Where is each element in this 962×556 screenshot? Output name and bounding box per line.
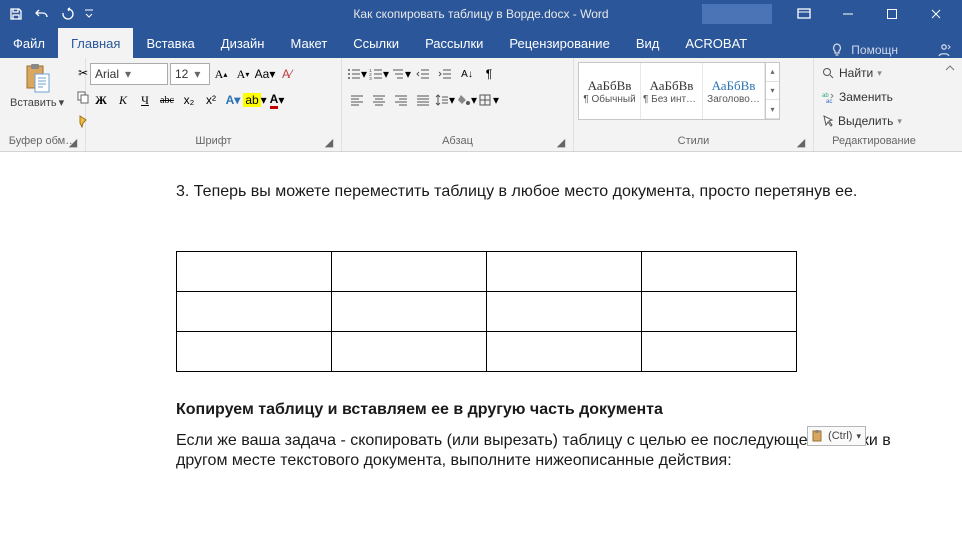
styles-scroll-up[interactable]: ▴	[766, 63, 779, 82]
user-badge[interactable]	[702, 4, 772, 24]
font-color-button[interactable]: A▾	[266, 89, 288, 111]
superscript-button[interactable]: x²	[200, 89, 222, 111]
paste-options-smart-tag[interactable]: (Ctrl) ▾	[807, 426, 866, 446]
chevron-down-icon: ▾	[856, 431, 861, 442]
tab-review[interactable]: Рецензирование	[496, 28, 622, 58]
redo-button[interactable]	[56, 2, 80, 26]
group-label: Редактирование	[832, 135, 916, 147]
save-button[interactable]	[4, 2, 28, 26]
styles-gallery: АаБбВв ¶ Обычный АаБбВв ¶ Без инте… АаБб…	[578, 62, 780, 120]
undo-button[interactable]	[30, 2, 54, 26]
justify-button[interactable]	[412, 89, 434, 111]
subscript-button[interactable]: x₂	[178, 89, 200, 111]
collapse-ribbon-button[interactable]	[944, 62, 956, 74]
underline-button[interactable]: Ч	[134, 89, 156, 111]
page: стрелку. 3. Теперь вы можете переместить…	[16, 152, 946, 556]
style-heading1[interactable]: АаБбВв Заголово…	[703, 63, 765, 119]
find-button[interactable]: Найти▾	[818, 62, 886, 84]
style-normal[interactable]: АаБбВв ¶ Обычный	[579, 63, 641, 119]
highlight-button[interactable]: ab▾	[244, 89, 266, 111]
change-case-button[interactable]: Aa▾	[254, 63, 276, 85]
ribbon-options-button[interactable]	[782, 0, 826, 28]
tab-mailings[interactable]: Рассылки	[412, 28, 496, 58]
font-size-combo[interactable]: 12▾	[170, 63, 210, 85]
replace-button[interactable]: abac Заменить	[818, 86, 897, 108]
share-button[interactable]	[936, 42, 952, 58]
title-bar: Как скопировать таблицу в Ворде.docx - W…	[0, 0, 962, 28]
clipboard-icon	[812, 429, 824, 443]
italic-button[interactable]: К	[112, 89, 134, 111]
grow-font-button[interactable]: A▴	[210, 63, 232, 85]
window-title: Как скопировать таблицу в Ворде.docx - W…	[353, 7, 608, 21]
chevron-down-icon[interactable]: ▾	[192, 67, 202, 81]
bold-button[interactable]: Ж	[90, 89, 112, 111]
increase-indent-button[interactable]	[434, 63, 456, 85]
sort-button[interactable]: A↓	[456, 63, 478, 85]
bullets-button[interactable]: ▾	[346, 63, 368, 85]
align-center-button[interactable]	[368, 89, 390, 111]
tab-home[interactable]: Главная	[58, 28, 133, 58]
chevron-down-icon[interactable]: ▾	[123, 67, 133, 81]
paste-button[interactable]: Вставить▾	[4, 60, 70, 111]
group-styles: АаБбВв ¶ Обычный АаБбВв ¶ Без инте… АаБб…	[574, 58, 814, 151]
paste-label: Вставить	[10, 97, 57, 109]
font-name-combo[interactable]: Arial▾	[90, 63, 168, 85]
shading-button[interactable]: ▾	[456, 89, 478, 111]
chevron-down-icon: ▾	[59, 96, 65, 109]
shrink-font-button[interactable]: A▾	[232, 63, 254, 85]
group-editing: Найти▾ abac Заменить Выделить▾ Редактиро…	[814, 58, 934, 151]
tab-references[interactable]: Ссылки	[340, 28, 412, 58]
close-button[interactable]	[914, 0, 958, 28]
group-label: Стили	[678, 135, 710, 147]
document-table[interactable]	[176, 251, 797, 372]
svg-text:3: 3	[369, 76, 372, 80]
paragraph[interactable]: 3. Теперь вы можете переместить таблицу …	[176, 182, 906, 203]
group-font: Arial▾ 12▾ A▴ A▾ Aa▾ A⁄ Ж К Ч abc x₂ x² …	[86, 58, 342, 151]
paste-options-label: (Ctrl)	[828, 430, 852, 442]
text-effects-button[interactable]: A▾	[222, 89, 244, 111]
select-button[interactable]: Выделить▾	[818, 110, 906, 132]
ribbon-tabs: Файл Главная Вставка Дизайн Макет Ссылки…	[0, 28, 962, 58]
ribbon: Вставить▾ ✂ Буфер обм…◢ Arial▾ 12▾ A▴ A▾…	[0, 58, 962, 152]
tab-insert[interactable]: Вставка	[133, 28, 207, 58]
group-label: Абзац	[442, 135, 473, 147]
line-spacing-button[interactable]: ▾	[434, 89, 456, 111]
tab-layout[interactable]: Макет	[277, 28, 340, 58]
clipboard-launcher[interactable]: ◢	[67, 135, 79, 147]
group-label: Шрифт	[195, 135, 231, 147]
minimize-button[interactable]	[826, 0, 870, 28]
paragraph[interactable]: Если же ваша задача - скопировать (или в…	[176, 431, 906, 473]
style-nospacing[interactable]: АаБбВв ¶ Без инте…	[641, 63, 703, 119]
group-paragraph: ▾ 123▾ ▾ A↓ ¶ ▾ ▾ ▾ Абзац ◢	[342, 58, 574, 151]
clear-format-button[interactable]: A⁄	[276, 63, 298, 85]
styles-scroll-down[interactable]: ▾	[766, 82, 779, 101]
search-icon	[822, 67, 835, 80]
styles-expand[interactable]: ▾	[766, 100, 779, 119]
styles-launcher[interactable]: ◢	[795, 135, 807, 147]
align-left-button[interactable]	[346, 89, 368, 111]
group-clipboard: Вставить▾ ✂ Буфер обм…◢	[0, 58, 86, 151]
tab-acrobat[interactable]: ACROBAT	[672, 28, 760, 58]
show-marks-button[interactable]: ¶	[478, 63, 500, 85]
lightbulb-icon	[831, 43, 843, 57]
tell-me-field[interactable]: Помощн	[851, 43, 898, 57]
tab-design[interactable]: Дизайн	[208, 28, 278, 58]
maximize-button[interactable]	[870, 0, 914, 28]
strike-button[interactable]: abc	[156, 89, 178, 111]
paragraph-launcher[interactable]: ◢	[555, 135, 567, 147]
replace-icon: abac	[822, 91, 835, 104]
heading[interactable]: Копируем таблицу и вставляем ее в другую…	[176, 400, 906, 421]
document-area[interactable]: стрелку. 3. Теперь вы можете переместить…	[0, 152, 962, 556]
borders-button[interactable]: ▾	[478, 89, 500, 111]
qat-customize-button[interactable]	[82, 2, 96, 26]
svg-text:ac: ac	[826, 99, 832, 104]
decrease-indent-button[interactable]	[412, 63, 434, 85]
tab-view[interactable]: Вид	[623, 28, 673, 58]
font-launcher[interactable]: ◢	[323, 135, 335, 147]
cursor-icon	[822, 115, 834, 128]
numbering-button[interactable]: 123▾	[368, 63, 390, 85]
tab-file[interactable]: Файл	[0, 28, 58, 58]
align-right-button[interactable]	[390, 89, 412, 111]
multilevel-button[interactable]: ▾	[390, 63, 412, 85]
